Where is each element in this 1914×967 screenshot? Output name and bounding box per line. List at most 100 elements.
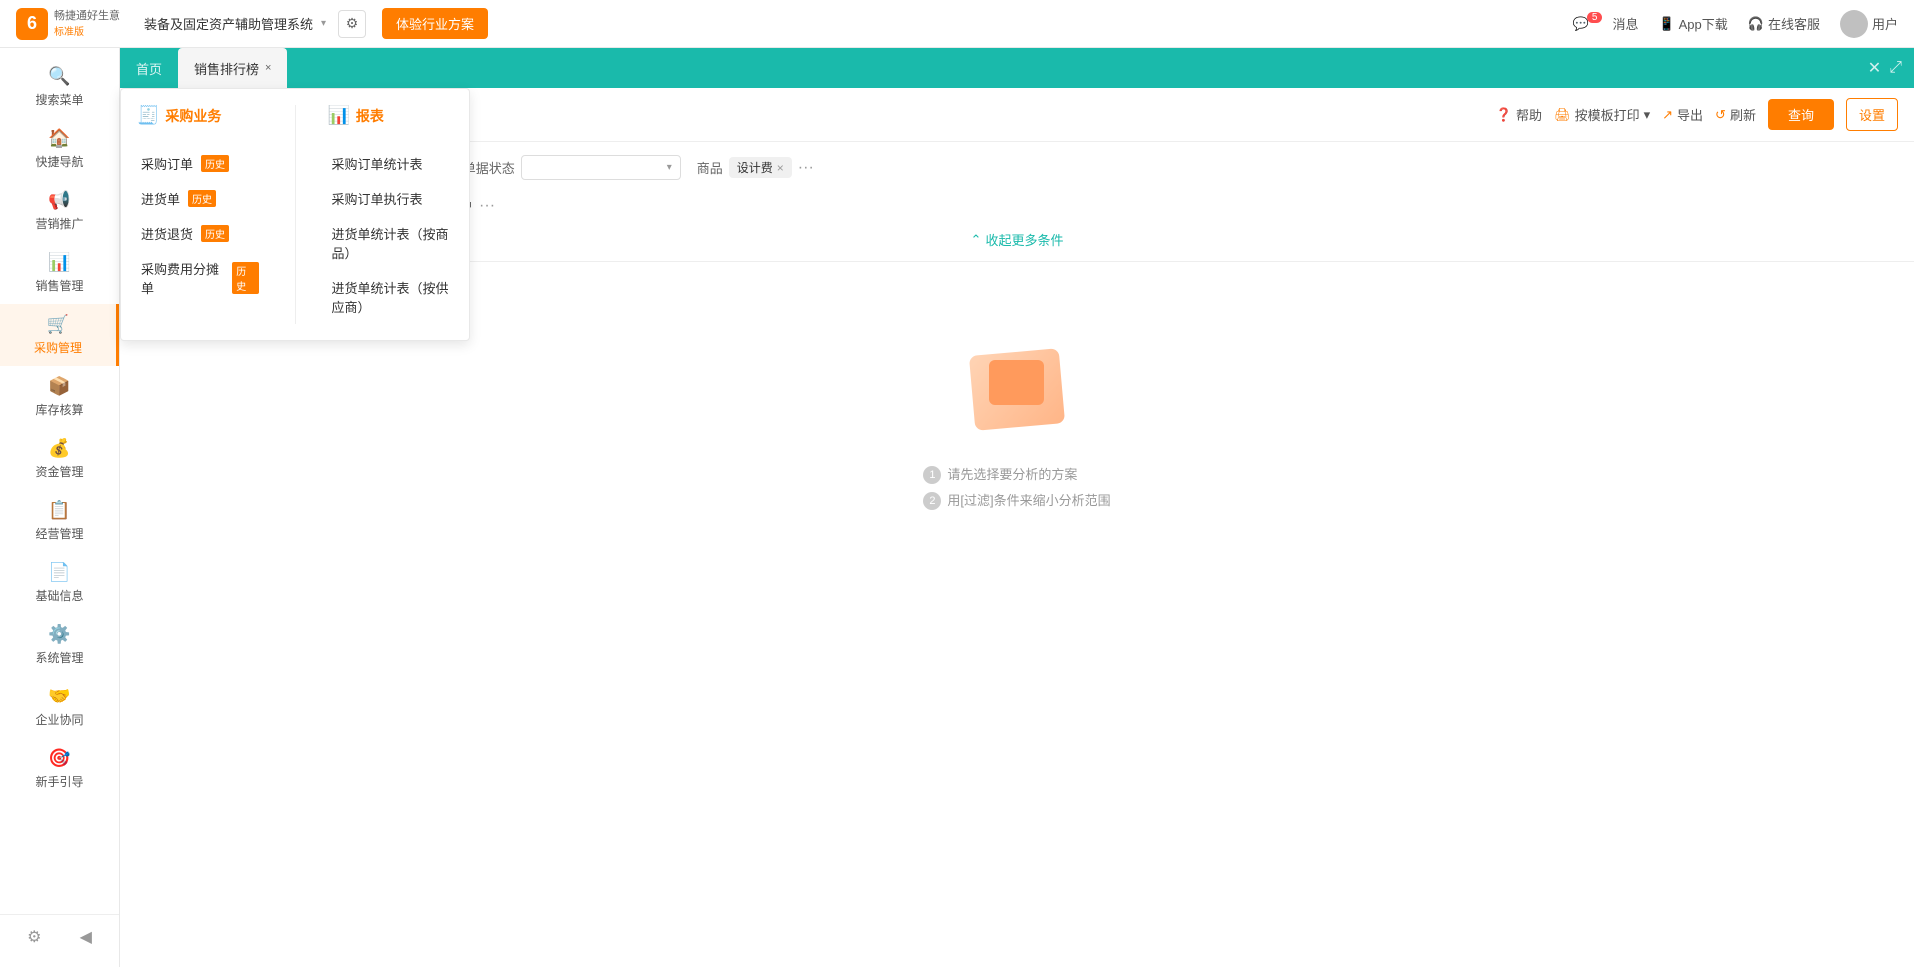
- collapse-filter-btn[interactable]: ⌃ 收起更多条件: [971, 230, 1064, 249]
- purchase-col-header: 🧾 采购业务: [137, 105, 263, 134]
- sidebar-item-marketing[interactable]: 📢 营销推广: [0, 180, 119, 242]
- app-download-btn[interactable]: 📱 App下载: [1658, 14, 1727, 33]
- gear-button[interactable]: ⚙: [338, 10, 366, 38]
- customer-more-btn[interactable]: ···: [479, 197, 495, 215]
- sidebar-item-finance[interactable]: 💰 资金管理: [0, 428, 119, 490]
- tab-resize-action[interactable]: ⤢: [1889, 59, 1902, 77]
- user-btn[interactable]: 用户: [1840, 10, 1898, 38]
- tab-close-btn[interactable]: ×: [265, 62, 271, 74]
- sidebar-item-operations[interactable]: 📋 经营管理: [0, 490, 119, 552]
- report-order-stat-item[interactable]: 采购订单统计表: [328, 146, 454, 181]
- system-icon: ⚙️: [48, 624, 70, 645]
- goods-more-btn[interactable]: ···: [798, 159, 814, 177]
- sidebar-item-basic-info[interactable]: 📄 基础信息: [0, 552, 119, 614]
- report-incoming-supplier-label: 进货单统计表（按供应商）: [332, 278, 450, 316]
- collab-icon: 🤝: [48, 686, 70, 707]
- report-col-title: 报表: [356, 106, 384, 126]
- online-service-btn[interactable]: 🎧 在线客服: [1748, 14, 1820, 33]
- inventory-icon: 📦: [48, 376, 70, 397]
- sidebar-item-guide[interactable]: 🎯 新手引导: [0, 738, 119, 800]
- report-incoming-goods-item[interactable]: 进货单统计表（按商品）: [328, 216, 454, 270]
- marketing-icon: 📢: [48, 190, 70, 211]
- collapse-arrow-icon: ⌃: [971, 232, 982, 248]
- logo-area: 6 畅捷通好生意 标准版: [16, 8, 136, 40]
- sidebar-label-operations: 经营管理: [35, 525, 83, 542]
- status-filter: 单据状态 ▾: [463, 155, 681, 180]
- bullet-1: 1: [923, 466, 941, 484]
- search-icon: 🔍: [48, 66, 70, 87]
- report-order-exec-label: 采购订单执行表: [332, 189, 423, 208]
- purchase-incoming-item[interactable]: 进货单 历史: [137, 181, 263, 216]
- logo-icon: 6: [16, 8, 48, 40]
- purchase-order-history[interactable]: 历史: [201, 155, 229, 172]
- purchase-dropdown-menu: 🧾 采购业务 采购订单 历史 进货单 历史 进货退货 历史 采购费用分摊单 历史: [120, 88, 470, 341]
- report-order-stat-label: 采购订单统计表: [332, 154, 423, 173]
- system-title-area: 装备及固定资产辅助管理系统 ▾ ⚙ 体验行业方案: [144, 8, 488, 39]
- print-label: 按模板打印: [1575, 105, 1640, 124]
- sidebar-label-sales: 销售管理: [35, 277, 83, 294]
- print-dropdown-icon[interactable]: ▾: [1644, 107, 1651, 123]
- goods-tag: 设计费 ×: [729, 157, 792, 178]
- purchase-col-icon: 🧾: [137, 105, 159, 126]
- empty-hint-1: 1 请先选择要分析的方案: [923, 462, 1110, 488]
- report-col-icon: 📊: [328, 105, 350, 126]
- report-col-header: 📊 报表: [328, 105, 454, 134]
- sidebar-item-purchase[interactable]: 🛒 采购管理: [0, 304, 119, 366]
- empty-face: [989, 360, 1044, 405]
- export-icon: ↗: [1662, 107, 1673, 123]
- system-dropdown-arrow[interactable]: ▾: [321, 18, 326, 29]
- goods-filter: 商品 设计费 × ···: [697, 157, 814, 178]
- purchase-expense-item[interactable]: 采购费用分摊单 历史: [137, 251, 263, 305]
- goods-tag-close[interactable]: ×: [777, 161, 784, 175]
- tab-home[interactable]: 首页: [120, 48, 178, 88]
- operations-icon: 📋: [48, 500, 70, 521]
- query-button[interactable]: 查询: [1768, 99, 1834, 130]
- avatar: [1840, 10, 1868, 38]
- empty-icon: [957, 342, 1077, 442]
- empty-hint-2: 2 用[过滤]条件来缩小分析范围: [923, 488, 1110, 514]
- status-arrow: ▾: [667, 162, 672, 173]
- purchase-order-item[interactable]: 采购订单 历史: [137, 146, 263, 181]
- collapse-btn[interactable]: ◀: [80, 927, 92, 947]
- tab-bar-actions: ✕ ⤢: [1868, 58, 1914, 78]
- basic-info-icon: 📄: [48, 562, 70, 583]
- headset-icon: 🎧: [1748, 16, 1764, 32]
- report-col: 📊 报表 采购订单统计表 采购订单执行表 进货单统计表（按商品） 进货单统计表（…: [328, 105, 454, 324]
- sidebar-label-inventory: 库存核算: [35, 401, 83, 418]
- print-icon: 🖨: [1554, 107, 1571, 123]
- app-download-label: App下载: [1679, 14, 1728, 33]
- sidebar-item-inventory[interactable]: 📦 库存核算: [0, 366, 119, 428]
- tab-sales-rank-label: 销售排行榜: [194, 59, 259, 78]
- purchase-incoming-label: 进货单: [141, 189, 180, 208]
- sidebar-item-sales[interactable]: 📊 销售管理: [0, 242, 119, 304]
- industry-btn[interactable]: 体验行业方案: [382, 8, 488, 39]
- message-btn[interactable]: 💬 5 消息: [1573, 14, 1639, 33]
- report-order-exec-item[interactable]: 采购订单执行表: [328, 181, 454, 216]
- logo-badge: 标准版: [54, 23, 120, 38]
- purchase-return-history[interactable]: 历史: [201, 225, 229, 242]
- sidebar-item-system[interactable]: ⚙️ 系统管理: [0, 614, 119, 676]
- set-button[interactable]: 设置: [1846, 98, 1898, 131]
- phone-icon: 📱: [1658, 16, 1674, 32]
- sidebar-item-search[interactable]: 🔍 搜索菜单: [0, 56, 119, 118]
- print-btn[interactable]: 🖨 按模板打印 ▾: [1554, 105, 1650, 124]
- tab-sales-rank[interactable]: 销售排行榜 ×: [178, 48, 287, 88]
- sidebar-item-quicknav[interactable]: 🏠 快捷导航: [0, 118, 119, 180]
- report-incoming-supplier-item[interactable]: 进货单统计表（按供应商）: [328, 270, 454, 324]
- purchase-col-title: 采购业务: [165, 106, 221, 126]
- tab-close-action[interactable]: ✕: [1868, 58, 1881, 78]
- sidebar-item-corp-collab[interactable]: 🤝 企业协同: [0, 676, 119, 738]
- refresh-btn[interactable]: ↺ 刷新: [1715, 105, 1756, 124]
- purchase-incoming-history[interactable]: 历史: [188, 190, 216, 207]
- report-incoming-goods-label: 进货单统计表（按商品）: [332, 224, 450, 262]
- status-value[interactable]: ▾: [521, 155, 681, 180]
- purchase-expense-history[interactable]: 历史: [232, 262, 258, 294]
- guide-icon: 🎯: [48, 748, 70, 769]
- purchase-return-item[interactable]: 进货退货 历史: [137, 216, 263, 251]
- sales-icon: 📊: [48, 252, 70, 273]
- settings-bottom-btn[interactable]: ⚙: [27, 927, 41, 947]
- export-btn[interactable]: ↗ 导出: [1662, 105, 1703, 124]
- help-btn[interactable]: ❓ 帮助: [1496, 105, 1542, 124]
- message-badge: 5: [1587, 12, 1603, 23]
- tab-home-label: 首页: [136, 59, 162, 78]
